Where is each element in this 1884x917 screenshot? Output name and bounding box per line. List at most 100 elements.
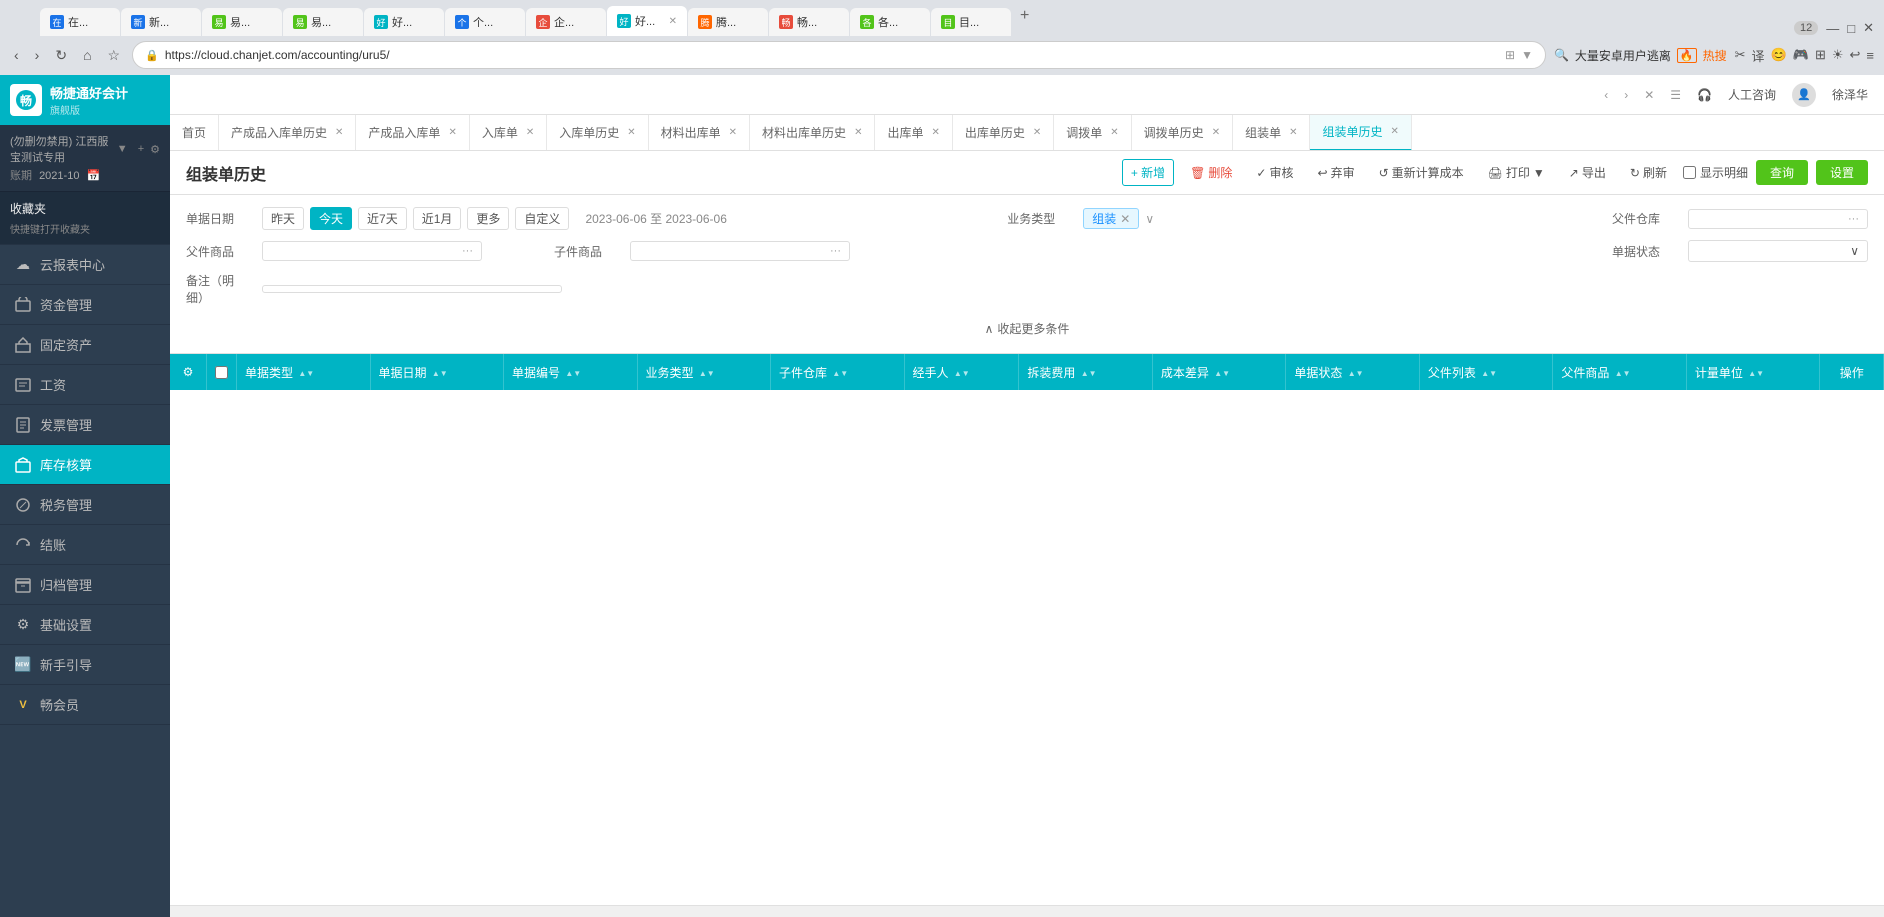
select-all-checkbox[interactable]	[215, 366, 228, 379]
sidebar-item-archive[interactable]: 归档管理	[0, 565, 170, 605]
company-dropdown[interactable]: ▼	[117, 143, 128, 155]
col-child-warehouse[interactable]: 子件仓库 ▲▼	[771, 354, 905, 390]
recalc-button[interactable]: ↺ 重新计算成本	[1371, 160, 1472, 185]
back-button[interactable]: ‹	[10, 45, 23, 65]
child-goods-more[interactable]: ···	[830, 245, 841, 257]
parent-warehouse-input[interactable]: ···	[1688, 209, 1868, 229]
col-parent-goods[interactable]: 父件商品 ▲▼	[1553, 354, 1687, 390]
col-parent-list[interactable]: 父件列表 ▲▼	[1419, 354, 1553, 390]
query-button[interactable]: 查询	[1756, 160, 1808, 185]
page-tab-3[interactable]: 入库单 ✕	[470, 115, 547, 151]
close-tab-btn[interactable]: ✕	[1644, 88, 1654, 102]
browser-tab-2[interactable]: 新 新...	[121, 8, 201, 36]
browser-tab-7[interactable]: 企 企...	[526, 8, 606, 36]
browser-tab-12[interactable]: 目 目...	[931, 8, 1011, 36]
page-tab-close-2[interactable]: ✕	[448, 127, 456, 138]
biz-type-dropdown[interactable]: ∨	[1145, 212, 1154, 226]
page-tab-11[interactable]: 组装单 ✕	[1233, 115, 1310, 151]
page-tab-6[interactable]: 材料出库单历史 ✕	[750, 115, 875, 151]
sidebar-item-settings[interactable]: ⚙ 基础设置	[0, 605, 170, 645]
page-tab-close-9[interactable]: ✕	[1110, 127, 1118, 138]
sidebar-item-inventory[interactable]: 库存核算	[0, 445, 170, 485]
col-status[interactable]: 单据状态 ▲▼	[1286, 354, 1420, 390]
page-tab-close-11[interactable]: ✕	[1289, 127, 1297, 138]
table-checkbox-col[interactable]	[207, 354, 237, 390]
parent-warehouse-more[interactable]: ···	[1848, 213, 1859, 225]
sidebar-item-settlement[interactable]: 结账	[0, 525, 170, 565]
page-tab-close-4[interactable]: ✕	[627, 127, 635, 138]
page-tab-close-7[interactable]: ✕	[931, 127, 939, 138]
col-date[interactable]: 单据日期 ▲▼	[370, 354, 504, 390]
child-goods-input[interactable]: ···	[630, 241, 850, 261]
page-tab-9[interactable]: 调拨单 ✕	[1054, 115, 1131, 151]
minimize-btn[interactable]: —	[1826, 21, 1839, 36]
page-tab-close-3[interactable]: ✕	[526, 127, 534, 138]
settings-button[interactable]: 设置	[1816, 160, 1868, 185]
forward-button[interactable]: ›	[31, 45, 44, 65]
biz-type-tag-remove[interactable]: ✕	[1120, 212, 1130, 226]
audit-button[interactable]: ✓ 审核	[1248, 160, 1301, 185]
add-button[interactable]: + 新增	[1122, 159, 1174, 186]
print-dropdown[interactable]: ▼	[1533, 166, 1545, 180]
sidebar-item-finance[interactable]: 资金管理	[0, 285, 170, 325]
refresh-button[interactable]: ↻ 刷新	[1622, 160, 1675, 185]
browser-tab-1[interactable]: 在 在...	[40, 8, 120, 36]
url-dropdown-icon[interactable]: ▼	[1521, 48, 1533, 62]
col-number[interactable]: 单据编号 ▲▼	[504, 354, 638, 390]
prev-tab-btn[interactable]: ‹	[1604, 88, 1608, 102]
col-type[interactable]: 单据类型 ▲▼	[237, 354, 371, 390]
browser-tab-4[interactable]: 易 易...	[283, 8, 363, 36]
parent-goods-input[interactable]: ···	[262, 241, 482, 261]
maximize-btn[interactable]: □	[1847, 21, 1855, 36]
table-settings-col[interactable]: ⚙	[170, 354, 207, 390]
sidebar-item-guide[interactable]: 🆕 新手引导	[0, 645, 170, 685]
page-tab-12[interactable]: 组装单历史 ✕	[1310, 115, 1411, 151]
page-tab-close-12[interactable]: ✕	[1391, 126, 1399, 137]
url-bar[interactable]: 🔒 https://cloud.chanjet.com/accounting/u…	[132, 41, 1546, 69]
browser-tab-11[interactable]: 各 各...	[850, 8, 930, 36]
menu-icon[interactable]: ≡	[1866, 48, 1874, 63]
page-tab-1[interactable]: 产成品入库单历史 ✕	[219, 115, 356, 151]
page-tab-close-10[interactable]: ✕	[1212, 127, 1220, 138]
page-tab-close-1[interactable]: ✕	[335, 127, 343, 138]
abandon-button[interactable]: ↩ 弃审	[1310, 160, 1363, 185]
sidebar-item-salary[interactable]: 工资	[0, 365, 170, 405]
page-tab-close-6[interactable]: ✕	[854, 127, 862, 138]
note-input[interactable]	[262, 285, 562, 293]
sidebar-item-tax[interactable]: 税务管理	[0, 485, 170, 525]
next-tab-btn[interactable]: ›	[1624, 88, 1628, 102]
page-tab-home[interactable]: 首页	[170, 115, 219, 151]
browser-tab-8[interactable]: 好 好... ✕	[607, 6, 687, 36]
export-button[interactable]: ↗ 导出	[1561, 160, 1614, 185]
company-settings[interactable]: ⚙	[150, 143, 160, 156]
browser-tab-3[interactable]: 易 易...	[202, 8, 282, 36]
col-unit[interactable]: 计量单位 ▲▼	[1686, 354, 1820, 390]
status-dropdown[interactable]: ∨	[1688, 240, 1868, 262]
collapse-button[interactable]: ∧ 收起更多条件	[985, 320, 1070, 337]
col-handler[interactable]: 经手人 ▲▼	[904, 354, 1019, 390]
date-btn-yesterday[interactable]: 昨天	[262, 207, 304, 230]
new-tab-button[interactable]: +	[1012, 7, 1037, 25]
page-tab-8[interactable]: 出库单历史 ✕	[953, 115, 1054, 151]
sidebar-item-member[interactable]: V 畅会员	[0, 685, 170, 725]
browser-tab-6[interactable]: 个 个...	[445, 8, 525, 36]
date-btn-more[interactable]: 更多	[467, 207, 509, 230]
col-cost-diff[interactable]: 成本差异 ▲▼	[1152, 354, 1286, 390]
close-window-btn[interactable]: ✕	[1863, 20, 1874, 36]
bookmark-button[interactable]: ☆	[104, 45, 125, 66]
show-detail-checkbox[interactable]	[1683, 166, 1696, 179]
col-biz-type[interactable]: 业务类型 ▲▼	[637, 354, 771, 390]
date-btn-custom[interactable]: 自定义	[515, 207, 569, 230]
sidebar-item-cloud-report[interactable]: ☁ 云报表中心	[0, 245, 170, 285]
browser-tab-5[interactable]: 好 好...	[364, 8, 444, 36]
sidebar-item-fixed-assets[interactable]: 固定资产	[0, 325, 170, 365]
print-button[interactable]: 🖨 打印 ▼	[1480, 160, 1553, 185]
browser-tab-9[interactable]: 腾 腾...	[688, 8, 768, 36]
support-label[interactable]: 人工咨询	[1728, 86, 1776, 103]
col-settings-icon[interactable]: ⚙	[170, 365, 206, 379]
home-button[interactable]: ⌂	[79, 45, 95, 65]
more-tab-btn[interactable]: ☰	[1670, 88, 1681, 102]
parent-goods-more[interactable]: ···	[462, 245, 473, 257]
page-tab-4[interactable]: 入库单历史 ✕	[547, 115, 648, 151]
tab-close-8[interactable]: ✕	[669, 16, 677, 27]
